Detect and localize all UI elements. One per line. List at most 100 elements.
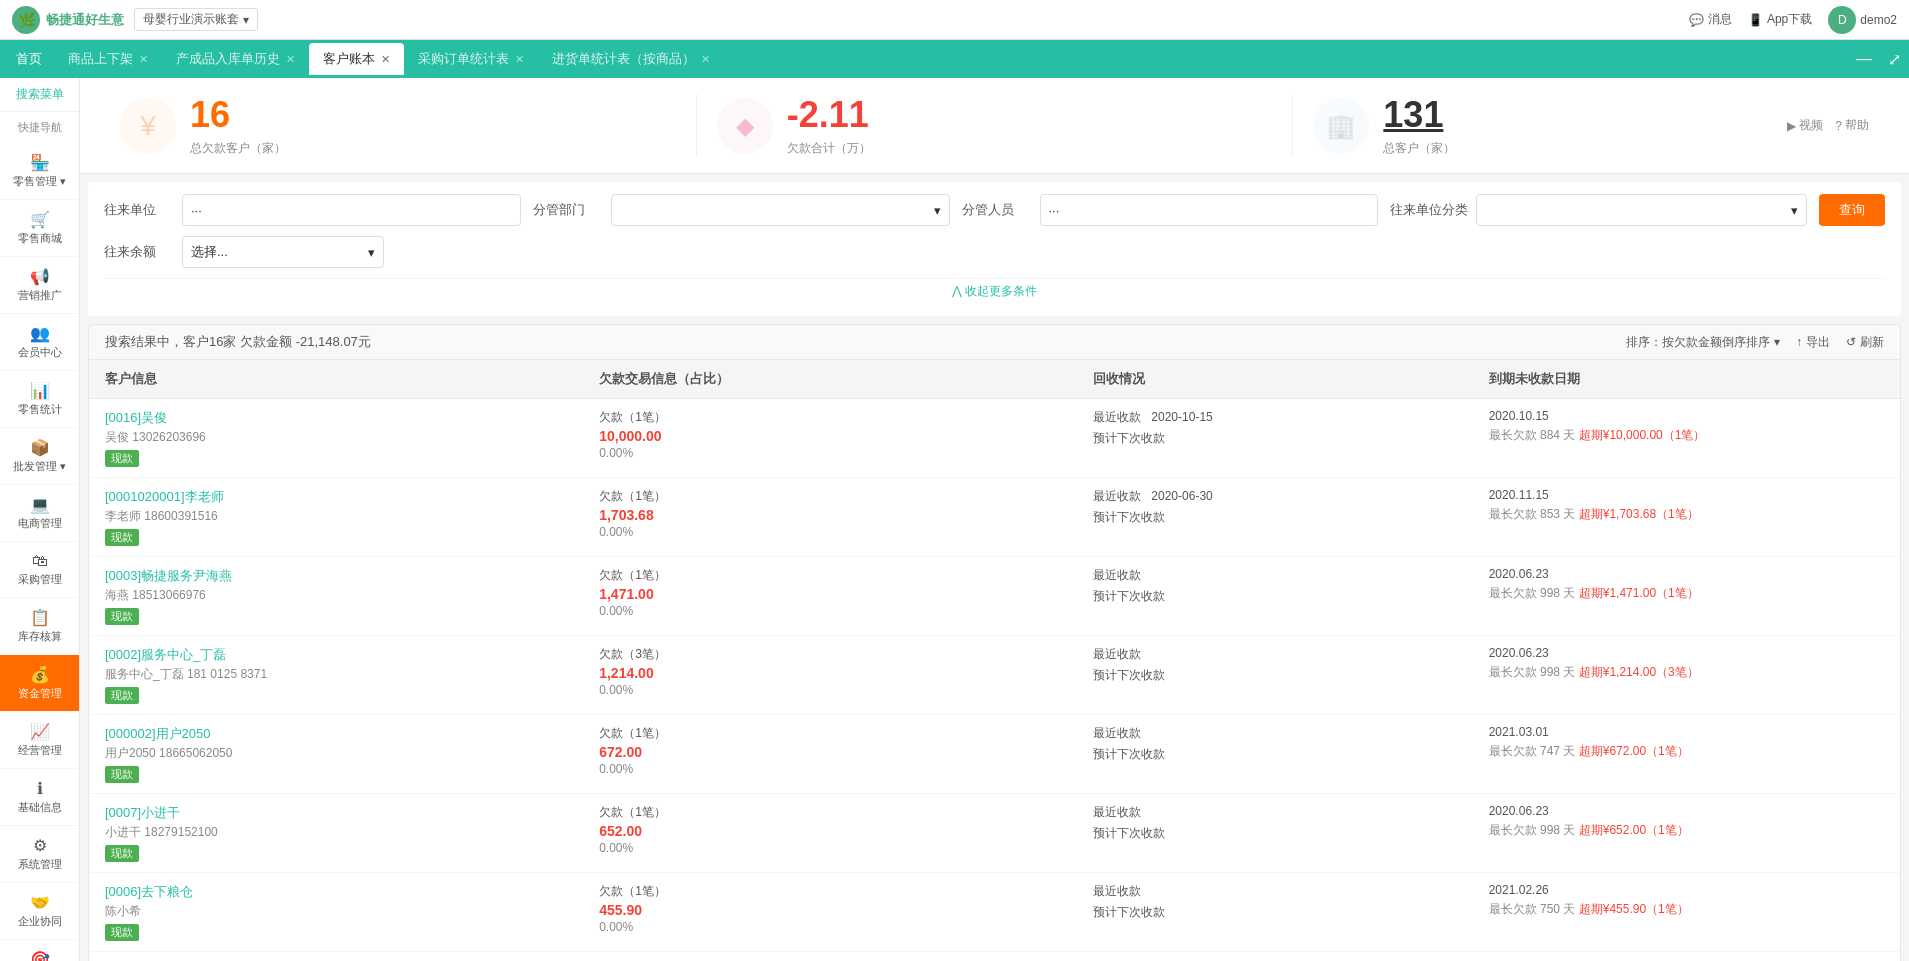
customer-meta-0: 吴俊 13026203696 xyxy=(105,429,599,446)
refresh-button[interactable]: ↺ 刷新 xyxy=(1846,334,1884,351)
overdue-link-6[interactable]: 超期¥455.90（1笔） xyxy=(1579,902,1689,916)
customer-id-5[interactable]: [0007]小进干 xyxy=(105,804,599,822)
close-icon[interactable]: ✕ xyxy=(286,53,295,66)
filter-input-unit[interactable]: ··· xyxy=(182,194,521,226)
debt-cell-5: 欠款（1笔） 652.00 0.00% xyxy=(599,804,1093,855)
result-actions: 排序：按欠款金额倒序排序 ▾ ↑ 导出 ↺ 刷新 xyxy=(1626,334,1884,351)
sidebar-item-purchase[interactable]: 🛍 采购管理 xyxy=(0,542,79,598)
stat-card-total-customers: 🏢 131 总客户（家） ▶ 视频 ? 帮助 xyxy=(1293,94,1889,157)
sort-selector[interactable]: 排序：按欠款金额倒序排序 ▾ xyxy=(1626,334,1780,351)
maximize-icon[interactable]: ⤢ xyxy=(1884,50,1905,69)
filter-select-category[interactable]: ▾ xyxy=(1476,194,1807,226)
user-action[interactable]: D demo2 xyxy=(1828,6,1897,34)
sidebar-item-inventory[interactable]: 📋 库存核算 xyxy=(0,598,79,655)
retail-mall-icon: 🛒 xyxy=(4,210,75,229)
message-action[interactable]: 💬 消息 xyxy=(1689,11,1732,28)
debt-count-3: 欠款（3笔） xyxy=(599,646,1093,663)
search-button[interactable]: 查询 xyxy=(1819,194,1885,226)
customer-tag-4: 现款 xyxy=(105,766,139,783)
customer-id-2[interactable]: [0003]畅捷服务尹海燕 xyxy=(105,567,599,585)
collection-cell-4: 最近收款 预计下次收款 xyxy=(1093,725,1488,763)
tab-home[interactable]: 首页 xyxy=(4,50,54,68)
minimize-icon[interactable]: — xyxy=(1852,50,1876,69)
table-row: [0006]去下粮仓 陈小希 现款 欠款（1笔） 455.90 0.00% 最近… xyxy=(89,873,1900,952)
sidebar-item-wholesale[interactable]: 📦 批发管理 ▾ xyxy=(0,428,79,485)
customer-id-0[interactable]: [0016]吴俊 xyxy=(105,409,599,427)
stats-row: ¥ 16 总欠款客户（家） ◆ -2.11 欠款合计（万） 🏢 131 总客户（… xyxy=(80,78,1909,174)
tab-goods-management[interactable]: 商品上下架 ✕ xyxy=(54,43,162,75)
sidebar-item-finance[interactable]: 💰 资金管理 xyxy=(0,655,79,712)
app-download-action[interactable]: 📱 App下载 xyxy=(1748,11,1812,28)
tab-customer-account[interactable]: 客户账本 ✕ xyxy=(309,43,404,75)
sidebar-item-basic-info[interactable]: ℹ 基础信息 xyxy=(0,769,79,826)
sidebar-item-guide[interactable]: 🎯 新手引导 xyxy=(0,940,79,961)
store-selector[interactable]: 母婴行业演示账套 ▾ xyxy=(134,8,258,31)
sidebar-item-members[interactable]: 👥 会员中心 xyxy=(0,314,79,371)
sidebar-item-system[interactable]: ⚙ 系统管理 xyxy=(0,826,79,883)
filter-input-person[interactable]: ··· xyxy=(1040,194,1379,226)
filter-label-department: 分管部门 xyxy=(533,201,603,219)
stat-card-total-debt-info: -2.11 欠款合计（万） xyxy=(787,94,871,157)
chevron-down-icon-2: ▾ xyxy=(1791,203,1798,218)
debt-amount-1: 1,703.68 xyxy=(599,507,1093,523)
close-icon[interactable]: ✕ xyxy=(139,53,148,66)
filter-label-person: 分管人员 xyxy=(962,201,1032,219)
table-header: 客户信息 欠款交易信息（占比） 回收情况 到期未收款日期 xyxy=(89,360,1900,399)
customer-meta-4: 用户2050 18665062050 xyxy=(105,745,599,762)
customer-id-1[interactable]: [0001020001]李老师 xyxy=(105,488,599,506)
help-action[interactable]: ? 帮助 xyxy=(1835,117,1869,134)
customer-id-3[interactable]: [0002]服务中心_丁磊 xyxy=(105,646,599,664)
total-debt-label: 欠款合计（万） xyxy=(787,140,871,157)
video-action[interactable]: ▶ 视频 xyxy=(1787,117,1823,134)
sidebar-item-ecommerce[interactable]: 💻 电商管理 xyxy=(0,485,79,542)
members-icon: 👥 xyxy=(4,324,75,343)
sidebar-item-retail-stats[interactable]: 📊 零售统计 xyxy=(0,371,79,428)
message-icon: 💬 xyxy=(1689,13,1704,27)
collapse-more-btn[interactable]: ⋀ 收起更多条件 xyxy=(104,278,1885,304)
tab-import-stats[interactable]: 进货单统计表（按商品） ✕ xyxy=(538,43,724,75)
filter-select-balance[interactable]: 选择... ▾ xyxy=(182,236,384,268)
table-container: 客户信息 欠款交易信息（占比） 回收情况 到期未收款日期 [0016]吴俊 吴俊… xyxy=(88,360,1901,961)
filter-item-unit: 往来单位 ··· xyxy=(104,194,521,226)
overdue-link-0[interactable]: 超期¥10,000.00（1笔） xyxy=(1579,428,1706,442)
system-icon: ⚙ xyxy=(4,836,75,855)
filter-select-department[interactable]: ▾ xyxy=(611,194,950,226)
customer-tag-6: 现款 xyxy=(105,924,139,941)
customer-id-6[interactable]: [0006]去下粮仓 xyxy=(105,883,599,901)
purchase-icon: 🛍 xyxy=(4,552,75,570)
coll-latest-2: 最近收款 xyxy=(1093,567,1488,584)
table-row: [0007]小进干 小进干 18279152100 现款 欠款（1笔） 652.… xyxy=(89,794,1900,873)
overdue-link-3[interactable]: 超期¥1,214.00（3笔） xyxy=(1579,665,1699,679)
overdue-cell-0: 2020.10.15 最长欠款 884 天 超期¥10,000.00（1笔） xyxy=(1489,409,1884,444)
tab-production-history[interactable]: 产成品入库单历史 ✕ xyxy=(162,43,309,75)
customer-id-4[interactable]: [000002]用户2050 xyxy=(105,725,599,743)
tab-purchase-stats[interactable]: 采购订单统计表 ✕ xyxy=(404,43,538,75)
export-label: 导出 xyxy=(1806,334,1830,351)
debt-percent-2: 0.00% xyxy=(599,604,1093,618)
close-icon[interactable]: ✕ xyxy=(381,53,390,66)
sidebar-item-retail-mall[interactable]: 🛒 零售商城 xyxy=(0,200,79,257)
debt-percent-1: 0.00% xyxy=(599,525,1093,539)
overdue-link-1[interactable]: 超期¥1,703.68（1笔） xyxy=(1579,507,1699,521)
sidebar-item-marketing[interactable]: 📢 营销推广 xyxy=(0,257,79,314)
sidebar-search[interactable]: 搜索菜单 xyxy=(0,78,79,112)
app-download-label: App下载 xyxy=(1767,11,1812,28)
overdue-cell-3: 2020.06.23 最长欠款 998 天 超期¥1,214.00（3笔） xyxy=(1489,646,1884,681)
debt-percent-4: 0.00% xyxy=(599,762,1093,776)
debt-percent-0: 0.00% xyxy=(599,446,1093,460)
sidebar-item-operations[interactable]: 📈 经营管理 xyxy=(0,712,79,769)
overdue-link-2[interactable]: 超期¥1,471.00（1笔） xyxy=(1579,586,1699,600)
sidebar-item-enterprise[interactable]: 🤝 企业协同 xyxy=(0,883,79,940)
sidebar-item-retail-management[interactable]: 🏪 零售管理 ▾ xyxy=(0,143,79,200)
close-icon[interactable]: ✕ xyxy=(701,53,710,66)
debt-cell-4: 欠款（1笔） 672.00 0.00% xyxy=(599,725,1093,776)
overdue-link-4[interactable]: 超期¥672.00（1笔） xyxy=(1579,744,1689,758)
customer-cell-3: [0002]服务中心_丁磊 服务中心_丁磊 181 0125 8371 现款 xyxy=(105,646,599,704)
close-icon[interactable]: ✕ xyxy=(515,53,524,66)
logo-area: 🌿 畅捷通好生意 xyxy=(12,6,124,34)
export-button[interactable]: ↑ 导出 xyxy=(1796,334,1830,351)
avatar: D xyxy=(1828,6,1856,34)
debt-count-1: 欠款（1笔） xyxy=(599,488,1093,505)
overdue-link-5[interactable]: 超期¥652.00（1笔） xyxy=(1579,823,1689,837)
logo-icon: 🌿 xyxy=(12,6,40,34)
